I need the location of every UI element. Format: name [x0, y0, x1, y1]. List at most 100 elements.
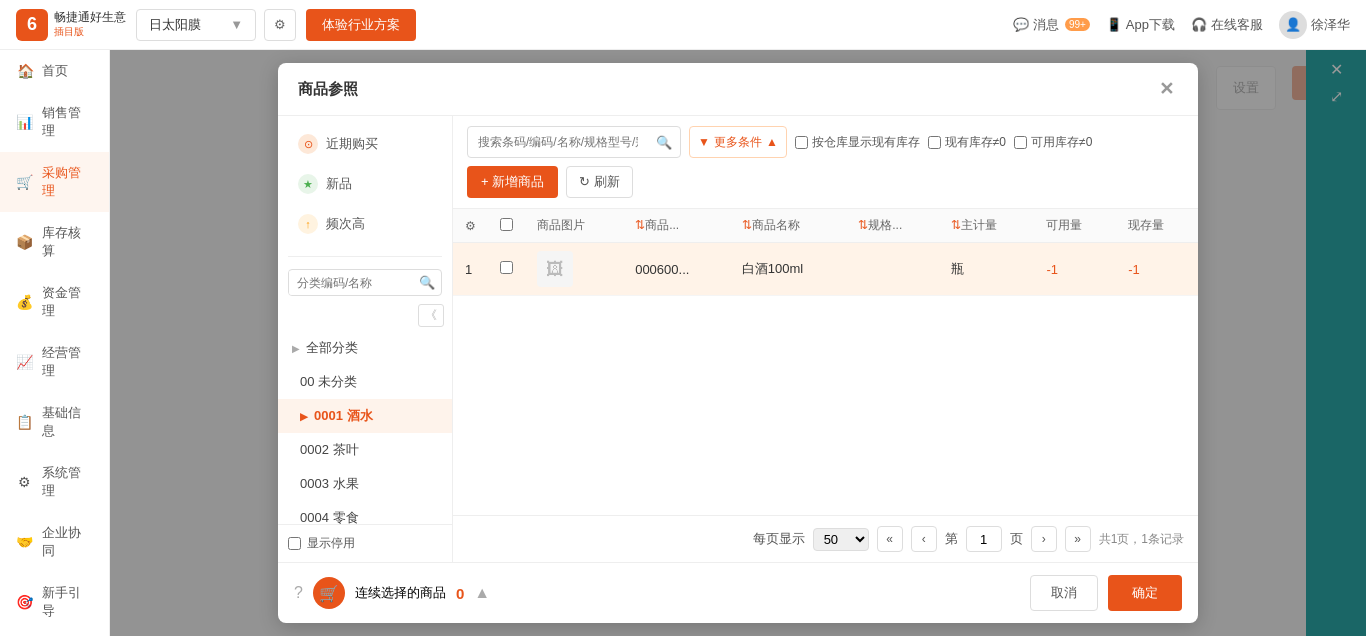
next-page-btn[interactable]: ›: [1031, 526, 1057, 552]
check-warehouse-input[interactable]: [795, 136, 808, 149]
quick-recent-btn[interactable]: ⊙ 近期购买: [288, 126, 442, 162]
app-download-label: App下载: [1126, 16, 1175, 34]
filter-arrow-icon: ▲: [766, 135, 778, 149]
user-nav-item[interactable]: 👤 徐泽华: [1279, 11, 1350, 39]
category-search-input[interactable]: [289, 271, 413, 295]
cat-00[interactable]: 00 未分类: [278, 365, 452, 399]
quick-freq-label: 频次高: [326, 215, 365, 233]
online-service-item[interactable]: 🎧 在线客服: [1191, 16, 1263, 34]
cat-0001[interactable]: ▶ 0001 酒水: [278, 399, 452, 433]
check-warehouse-item[interactable]: 按仓库显示现有库存: [795, 134, 920, 151]
sidebar-item-finance[interactable]: 💰 资金管理: [0, 272, 109, 332]
table-row[interactable]: 1 🖼 000600... 白酒100ml 瓶: [453, 243, 1198, 296]
refresh-button[interactable]: ↻ 刷新: [566, 166, 633, 198]
modal-close-button[interactable]: ✕: [1154, 77, 1178, 101]
sidebar-item-home[interactable]: 🏠 首页: [0, 50, 109, 92]
message-nav-item[interactable]: 💬 消息 99+: [1013, 16, 1090, 34]
category-search-box[interactable]: 🔍: [288, 269, 442, 296]
first-page-btn[interactable]: «: [877, 526, 903, 552]
sidebar-item-enterprise[interactable]: 🤝 企业协同: [0, 512, 109, 572]
modal-footer: ? 🛒 连续选择的商品 0 ▲ 取消 确定: [278, 562, 1198, 623]
confirm-button[interactable]: 确定: [1108, 575, 1182, 611]
page-summary: 共1页，1条记录: [1099, 531, 1184, 548]
td-code: 000600...: [623, 243, 730, 296]
nav-right: 💬 消息 99+ 📱 App下载 🎧 在线客服 👤 徐泽华: [1013, 11, 1350, 39]
category-list: ▶ 全部分类 00 未分类 ▶ 0001 酒水 0002 茶: [278, 331, 452, 524]
td-spec: [846, 243, 939, 296]
help-icon[interactable]: ?: [294, 584, 303, 602]
sales-icon: 📊: [16, 113, 34, 131]
sidebar-item-operations[interactable]: 📈 经营管理: [0, 332, 109, 392]
more-filter-btn[interactable]: ▼ 更多条件 ▲: [689, 126, 787, 158]
product-search-icon[interactable]: 🔍: [648, 135, 680, 150]
cat-0002[interactable]: 0002 茶叶: [278, 433, 452, 467]
per-page-select[interactable]: 20 50 100: [813, 528, 869, 551]
store-selector[interactable]: 日太阳膜 ▼: [136, 9, 256, 41]
mobile-icon: 📱: [1106, 17, 1122, 32]
app-download-item[interactable]: 📱 App下载: [1106, 16, 1175, 34]
collapse-footer-icon[interactable]: ▲: [474, 584, 490, 602]
product-search-input[interactable]: [468, 135, 648, 149]
avatar: 👤: [1279, 11, 1307, 39]
basic-info-icon: 📋: [16, 413, 34, 431]
modal-body: ⊙ 近期购买 ★ 新品 ↑ 频次高: [278, 116, 1198, 562]
sidebar-item-inventory[interactable]: 📦 库存核算: [0, 212, 109, 272]
store-name: 日太阳膜: [149, 16, 201, 34]
check-stock-ne-label: 现有库存≠0: [945, 134, 1006, 151]
cat-0004[interactable]: 0004 零食: [278, 501, 452, 524]
sidebar-label-system: 系统管理: [42, 464, 93, 500]
sidebar-label-operations: 经营管理: [42, 344, 93, 380]
cart-button[interactable]: 🛒: [313, 577, 345, 609]
check-available-ne-item[interactable]: 可用库存≠0: [1014, 134, 1092, 151]
sidebar-item-guide[interactable]: 🎯 新手引导: [0, 572, 109, 632]
collapse-panel-btn[interactable]: 《: [418, 304, 444, 327]
th-code: ⇅商品...: [623, 209, 730, 243]
per-page-label: 每页显示: [753, 530, 805, 548]
logo-area: 6 畅捷通好生意 插目版: [16, 9, 126, 41]
sidebar-item-purchase[interactable]: 🛒 采购管理: [0, 152, 109, 212]
cat-0003[interactable]: 0003 水果: [278, 467, 452, 501]
show-disabled-checkbox[interactable]: [288, 537, 301, 550]
filter-icon: ▼: [698, 135, 710, 149]
cat-all[interactable]: ▶ 全部分类: [278, 331, 452, 365]
add-product-button[interactable]: + 新增商品: [467, 166, 558, 198]
page-label: 第: [945, 530, 958, 548]
quick-new-btn[interactable]: ★ 新品: [288, 166, 442, 202]
experience-button[interactable]: 体验行业方案: [306, 9, 416, 41]
show-disabled-label: 显示停用: [307, 535, 355, 552]
cart-icon-symbol: 🛒: [319, 584, 339, 603]
selected-label: 连续选择的商品: [355, 584, 446, 602]
pagination: 每页显示 20 50 100 « ‹ 第 页 ›: [453, 515, 1198, 562]
th-name: ⇅商品名称: [730, 209, 846, 243]
cancel-button[interactable]: 取消: [1030, 575, 1098, 611]
last-page-btn[interactable]: »: [1065, 526, 1091, 552]
purchase-icon: 🛒: [16, 173, 34, 191]
home-icon: 🏠: [16, 62, 34, 80]
sidebar-item-app-center[interactable]: 📱 应用中心: [0, 632, 109, 636]
logo-title: 畅捷通好生意: [54, 10, 126, 26]
guide-icon: 🎯: [16, 593, 34, 611]
sidebar-item-sales[interactable]: 📊 销售管理: [0, 92, 109, 152]
page-number-input[interactable]: [966, 526, 1002, 552]
product-search-box[interactable]: 🔍: [467, 126, 681, 158]
row-checkbox[interactable]: [500, 261, 513, 274]
main-layout: 🏠 首页 📊 销售管理 🛒 采购管理 📦 库存核算 💰 资金管理 📈 经营管理 …: [0, 50, 1366, 636]
sidebar-item-system[interactable]: ⚙ 系统管理: [0, 452, 109, 512]
quick-freq-btn[interactable]: ↑ 频次高: [288, 206, 442, 242]
sidebar-item-basic-info[interactable]: 📋 基础信息: [0, 392, 109, 452]
category-search-icon[interactable]: 🔍: [413, 270, 441, 295]
collapse-btn-area: 🔍: [278, 261, 452, 304]
check-stock-ne-input[interactable]: [928, 136, 941, 149]
message-label: 消息: [1033, 16, 1059, 34]
col-settings-icon[interactable]: ⚙: [465, 219, 476, 233]
td-checkbox: [488, 243, 525, 296]
td-name: 白酒100ml: [730, 243, 846, 296]
settings-button[interactable]: ⚙: [264, 9, 296, 41]
select-all-checkbox[interactable]: [500, 218, 513, 231]
sidebar-label-enterprise: 企业协同: [42, 524, 93, 560]
prev-page-btn[interactable]: ‹: [911, 526, 937, 552]
check-stock-ne-item[interactable]: 现有库存≠0: [928, 134, 1006, 151]
sort-icon-name: ⇅: [742, 218, 752, 232]
check-available-ne-input[interactable]: [1014, 136, 1027, 149]
collapse-row: 《: [278, 304, 452, 327]
